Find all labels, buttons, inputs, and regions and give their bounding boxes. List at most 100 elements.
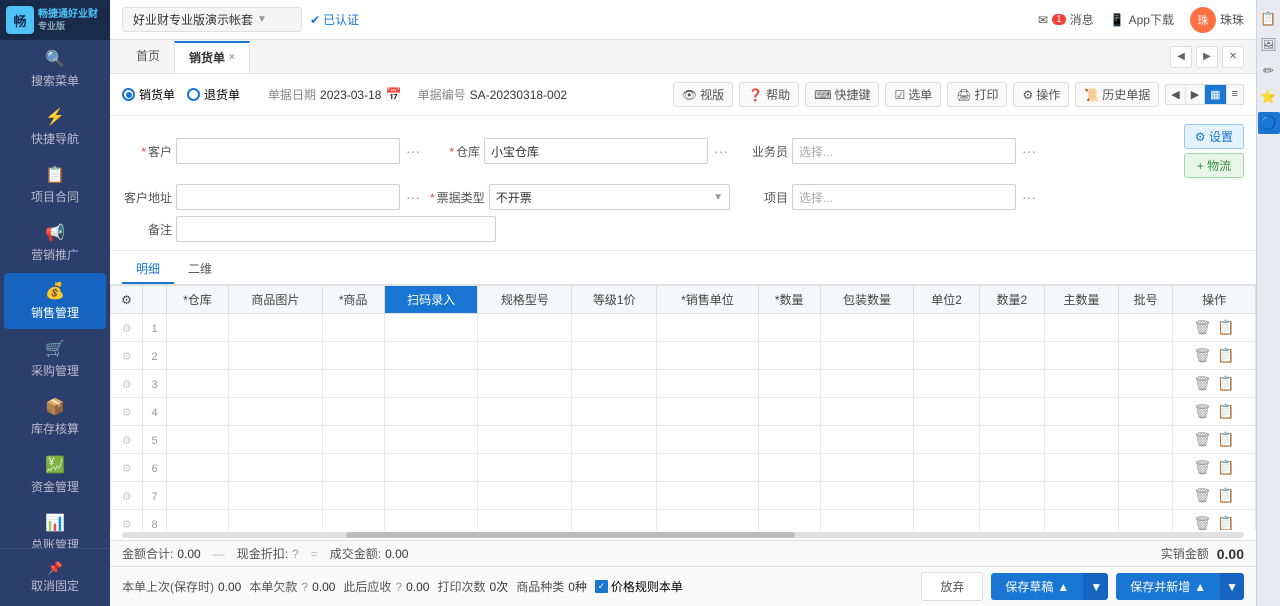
table-cell[interactable]: [228, 482, 322, 510]
table-cell[interactable]: [820, 342, 914, 370]
table-cell[interactable]: [914, 342, 979, 370]
tab-sale-order[interactable]: 销货单 ×: [174, 41, 250, 73]
future-receivable-help-icon[interactable]: ?: [395, 580, 402, 594]
table-cell[interactable]: [478, 314, 572, 342]
table-cell[interactable]: [758, 454, 820, 482]
right-icon-3[interactable]: ✏: [1258, 60, 1280, 82]
table-cell[interactable]: [914, 482, 979, 510]
delete-row-icon[interactable]: 🗑: [1194, 515, 1212, 530]
customer-lookup-icon[interactable]: ···: [404, 143, 422, 159]
table-action-cell[interactable]: 🗑📋: [1173, 454, 1256, 482]
table-cell[interactable]: [657, 314, 758, 342]
table-cell[interactable]: [820, 426, 914, 454]
table-cell[interactable]: [820, 370, 914, 398]
right-icon-5[interactable]: 🔵: [1258, 112, 1280, 134]
table-cell[interactable]: [657, 426, 758, 454]
tab-close-all-button[interactable]: ✕: [1222, 46, 1244, 68]
copy-row-icon[interactable]: 📋: [1217, 375, 1234, 392]
delete-row-icon[interactable]: 🗑: [1194, 347, 1212, 364]
table-cell[interactable]: [1119, 510, 1173, 531]
sidebar-item-finance[interactable]: 💹 资金管理: [4, 447, 106, 503]
sidebar-item-marketing[interactable]: 📢 营销推广: [4, 215, 106, 271]
table-cell[interactable]: [979, 482, 1044, 510]
calendar-icon[interactable]: 📅: [385, 87, 401, 103]
table-cell[interactable]: [167, 482, 229, 510]
table-cell[interactable]: [478, 482, 572, 510]
table-cell[interactable]: [914, 314, 979, 342]
table-cell[interactable]: [1119, 454, 1173, 482]
table-cell[interactable]: [228, 314, 322, 342]
table-action-cell[interactable]: 🗑📋: [1173, 314, 1256, 342]
history-btn[interactable]: 📜 历史单据: [1075, 82, 1159, 107]
copy-row-icon[interactable]: 📋: [1217, 459, 1234, 476]
table-cell[interactable]: [384, 426, 478, 454]
table-action-cell[interactable]: 🗑📋: [1173, 510, 1256, 531]
sidebar-item-search[interactable]: 🔍 搜索菜单: [4, 41, 106, 97]
table-cell[interactable]: [384, 370, 478, 398]
unpin-button[interactable]: 📌 取消固定: [4, 555, 106, 600]
salesperson-lookup-icon[interactable]: ···: [1020, 143, 1038, 159]
warehouse-lookup-icon[interactable]: ···: [712, 143, 730, 159]
table-cell[interactable]: [322, 342, 384, 370]
settings-col-header[interactable]: ⚙: [111, 286, 143, 314]
table-cell[interactable]: [914, 426, 979, 454]
address-input[interactable]: [176, 184, 400, 210]
table-cell[interactable]: [384, 454, 478, 482]
copy-row-icon[interactable]: 📋: [1217, 431, 1234, 448]
table-row[interactable]: ⚙3🗑📋: [111, 370, 1256, 398]
table-cell[interactable]: [322, 510, 384, 531]
table-cell[interactable]: [657, 342, 758, 370]
table-cell[interactable]: [1044, 314, 1118, 342]
table-cell[interactable]: [657, 370, 758, 398]
abandon-button[interactable]: 放弃: [921, 572, 983, 601]
tab-close-icon[interactable]: ×: [229, 52, 235, 63]
right-icon-4[interactable]: ⭐: [1258, 86, 1280, 108]
table-cell[interactable]: [322, 482, 384, 510]
sidebar-item-quick-nav[interactable]: ⚡ 快捷导航: [4, 99, 106, 155]
table-cell[interactable]: [979, 370, 1044, 398]
table-cell[interactable]: [167, 510, 229, 531]
save-new-dropdown-button[interactable]: ▼: [1220, 573, 1244, 600]
tab-prev-button[interactable]: ◀: [1170, 46, 1192, 68]
table-cell[interactable]: [167, 398, 229, 426]
table-cell[interactable]: [758, 426, 820, 454]
horizontal-scrollbar[interactable]: [122, 532, 1244, 538]
table-cell[interactable]: [979, 342, 1044, 370]
tab-next-button[interactable]: ▶: [1196, 46, 1218, 68]
table-row[interactable]: ⚙4🗑📋: [111, 398, 1256, 426]
table-cell[interactable]: [384, 482, 478, 510]
table-cell[interactable]: [1119, 482, 1173, 510]
table-cell[interactable]: [820, 510, 914, 531]
table-cell[interactable]: [758, 398, 820, 426]
sidebar-item-sales[interactable]: 💰 销售管理: [4, 273, 106, 329]
save-draft-dropdown-button[interactable]: ▼: [1083, 573, 1108, 600]
table-cell[interactable]: [820, 482, 914, 510]
table-cell[interactable]: [1044, 454, 1118, 482]
table-cell[interactable]: [820, 454, 914, 482]
table-cell[interactable]: [657, 398, 758, 426]
table-action-cell[interactable]: 🗑📋: [1173, 426, 1256, 454]
table-row[interactable]: ⚙5🗑📋: [111, 426, 1256, 454]
table-cell[interactable]: [478, 454, 572, 482]
table-cell[interactable]: [1044, 342, 1118, 370]
table-cell[interactable]: [572, 482, 657, 510]
table-cell[interactable]: [228, 510, 322, 531]
table-action-cell[interactable]: 🗑📋: [1173, 482, 1256, 510]
shortcut-btn[interactable]: ⌨ 快捷键: [805, 82, 879, 107]
customer-input[interactable]: [176, 138, 400, 164]
user-profile[interactable]: 珠 珠珠: [1190, 7, 1244, 33]
copy-row-icon[interactable]: 📋: [1217, 515, 1234, 530]
table-cell[interactable]: [167, 342, 229, 370]
operate-btn[interactable]: ⚙ 操作: [1013, 82, 1069, 107]
table-cell[interactable]: [1119, 426, 1173, 454]
table-cell[interactable]: [758, 482, 820, 510]
select-btn[interactable]: ☑ 选单: [885, 82, 941, 107]
table-cell[interactable]: [820, 398, 914, 426]
right-icon-2[interactable]: 🖼: [1258, 34, 1280, 56]
table-cell[interactable]: [478, 510, 572, 531]
delete-row-icon[interactable]: 🗑: [1194, 431, 1212, 448]
table-action-cell[interactable]: 🗑📋: [1173, 398, 1256, 426]
scrollbar-thumb[interactable]: [346, 532, 795, 538]
sidebar-item-accounting[interactable]: 📊 总账管理: [4, 505, 106, 548]
sidebar-item-projects[interactable]: 📋 项目合同: [4, 157, 106, 213]
